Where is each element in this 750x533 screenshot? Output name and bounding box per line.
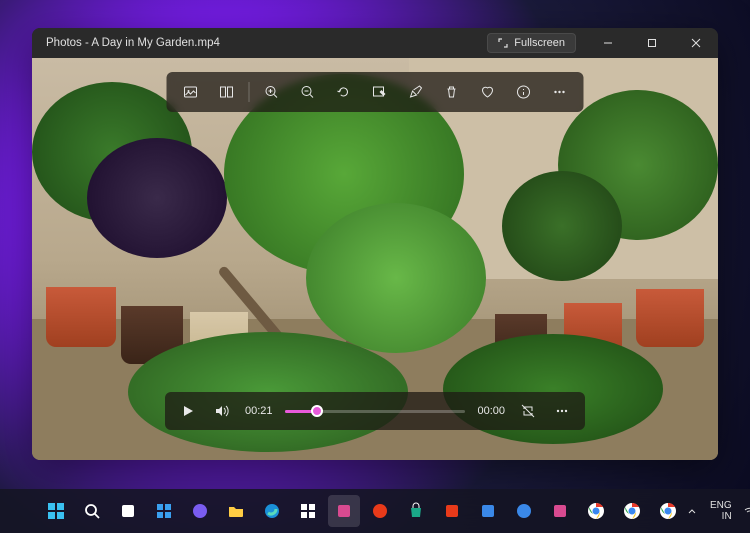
- compare-button[interactable]: [213, 78, 241, 106]
- window-title: Photos - A Day in My Garden.mp4: [46, 37, 487, 49]
- seek-slider[interactable]: [285, 403, 466, 419]
- loop-off-icon: [520, 403, 536, 419]
- filmstrip-icon: [183, 84, 199, 100]
- edge-app[interactable]: [256, 495, 288, 527]
- taskbar-center: [0, 495, 684, 527]
- media-viewport[interactable]: 00:21 00:00: [32, 58, 718, 460]
- office-app[interactable]: [364, 495, 396, 527]
- settings-app[interactable]: [508, 495, 540, 527]
- markup-button[interactable]: [402, 78, 430, 106]
- edit-image-button[interactable]: [366, 78, 394, 106]
- chrome-app[interactable]: [580, 495, 612, 527]
- more-icon: [552, 84, 568, 100]
- lang-secondary: IN: [710, 511, 732, 522]
- language-indicator[interactable]: ENG IN: [710, 500, 732, 522]
- info-icon: [516, 84, 532, 100]
- more-button[interactable]: [546, 78, 574, 106]
- zoom-in-icon: [264, 84, 280, 100]
- widgets-button[interactable]: [148, 495, 180, 527]
- favorite-icon: [480, 84, 496, 100]
- markup-icon: [408, 84, 424, 100]
- zoom-out-button[interactable]: [294, 78, 322, 106]
- zoom-out-icon: [300, 84, 316, 100]
- store-app[interactable]: [400, 495, 432, 527]
- rotate-icon: [336, 84, 352, 100]
- playback-bar: 00:21 00:00: [165, 392, 585, 430]
- delete-icon: [444, 84, 460, 100]
- minimize-icon: [603, 38, 613, 48]
- start-button[interactable]: [40, 495, 72, 527]
- player-more-button[interactable]: [551, 400, 573, 422]
- chrome-window-1[interactable]: [616, 495, 648, 527]
- titlebar: Photos - A Day in My Garden.mp4 Fullscre…: [32, 28, 718, 58]
- current-time: 00:21: [245, 405, 273, 417]
- toolbar-divider: [249, 82, 250, 102]
- chrome-window-2[interactable]: [652, 495, 684, 527]
- maximize-icon: [647, 38, 657, 48]
- compare-icon: [219, 84, 235, 100]
- close-icon: [691, 38, 701, 48]
- remaining-time: 00:00: [477, 405, 505, 417]
- play-button[interactable]: [177, 400, 199, 422]
- explorer-app[interactable]: [220, 495, 252, 527]
- lang-primary: ENG: [710, 500, 732, 511]
- photos-window: Photos - A Day in My Garden.mp4 Fullscre…: [32, 28, 718, 460]
- minimize-button[interactable]: [586, 28, 630, 58]
- action-toolbar: [167, 72, 584, 112]
- info-button[interactable]: [510, 78, 538, 106]
- system-tray: ENG IN: [684, 500, 750, 522]
- favorite-button[interactable]: [474, 78, 502, 106]
- loop-button[interactable]: [517, 400, 539, 422]
- play-icon: [181, 404, 195, 418]
- wifi-icon[interactable]: [742, 503, 750, 519]
- search-button[interactable]: [76, 495, 108, 527]
- app-2[interactable]: [544, 495, 576, 527]
- fullscreen-label: Fullscreen: [514, 37, 565, 49]
- notepad-app[interactable]: [472, 495, 504, 527]
- more-icon: [554, 403, 570, 419]
- edit-image-icon: [372, 84, 388, 100]
- taskview-button[interactable]: [112, 495, 144, 527]
- fullscreen-button[interactable]: Fullscreen: [487, 33, 576, 53]
- tray-chevron-icon[interactable]: [684, 503, 700, 519]
- close-button[interactable]: [674, 28, 718, 58]
- fullscreen-icon: [498, 38, 508, 48]
- zoom-in-button[interactable]: [258, 78, 286, 106]
- volume-button[interactable]: [211, 400, 233, 422]
- taskbar: ENG IN: [0, 489, 750, 533]
- chat-app[interactable]: [184, 495, 216, 527]
- calendar-app[interactable]: [292, 495, 324, 527]
- app-1[interactable]: [436, 495, 468, 527]
- delete-button[interactable]: [438, 78, 466, 106]
- photos-app[interactable]: [328, 495, 360, 527]
- maximize-button[interactable]: [630, 28, 674, 58]
- filmstrip-button[interactable]: [177, 78, 205, 106]
- volume-icon: [214, 403, 230, 419]
- rotate-button[interactable]: [330, 78, 358, 106]
